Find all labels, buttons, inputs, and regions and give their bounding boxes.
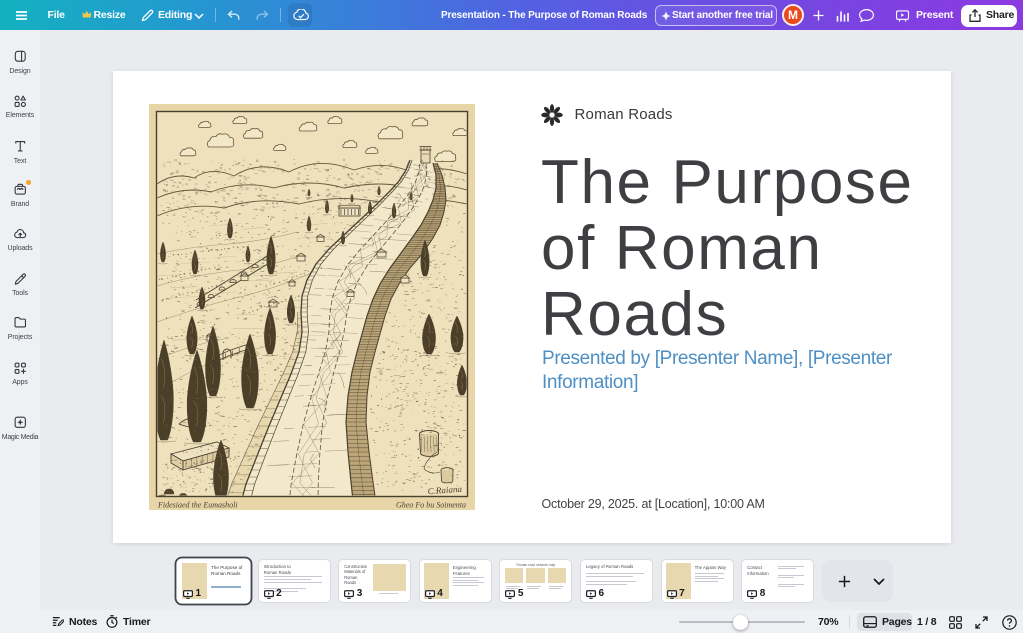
svg-text:Fidesiaed the Eumasholi: Fidesiaed the Eumasholi bbox=[157, 501, 238, 510]
svg-text:Gheo Fo bu Soimenta: Gheo Fo bu Soimenta bbox=[396, 501, 466, 510]
